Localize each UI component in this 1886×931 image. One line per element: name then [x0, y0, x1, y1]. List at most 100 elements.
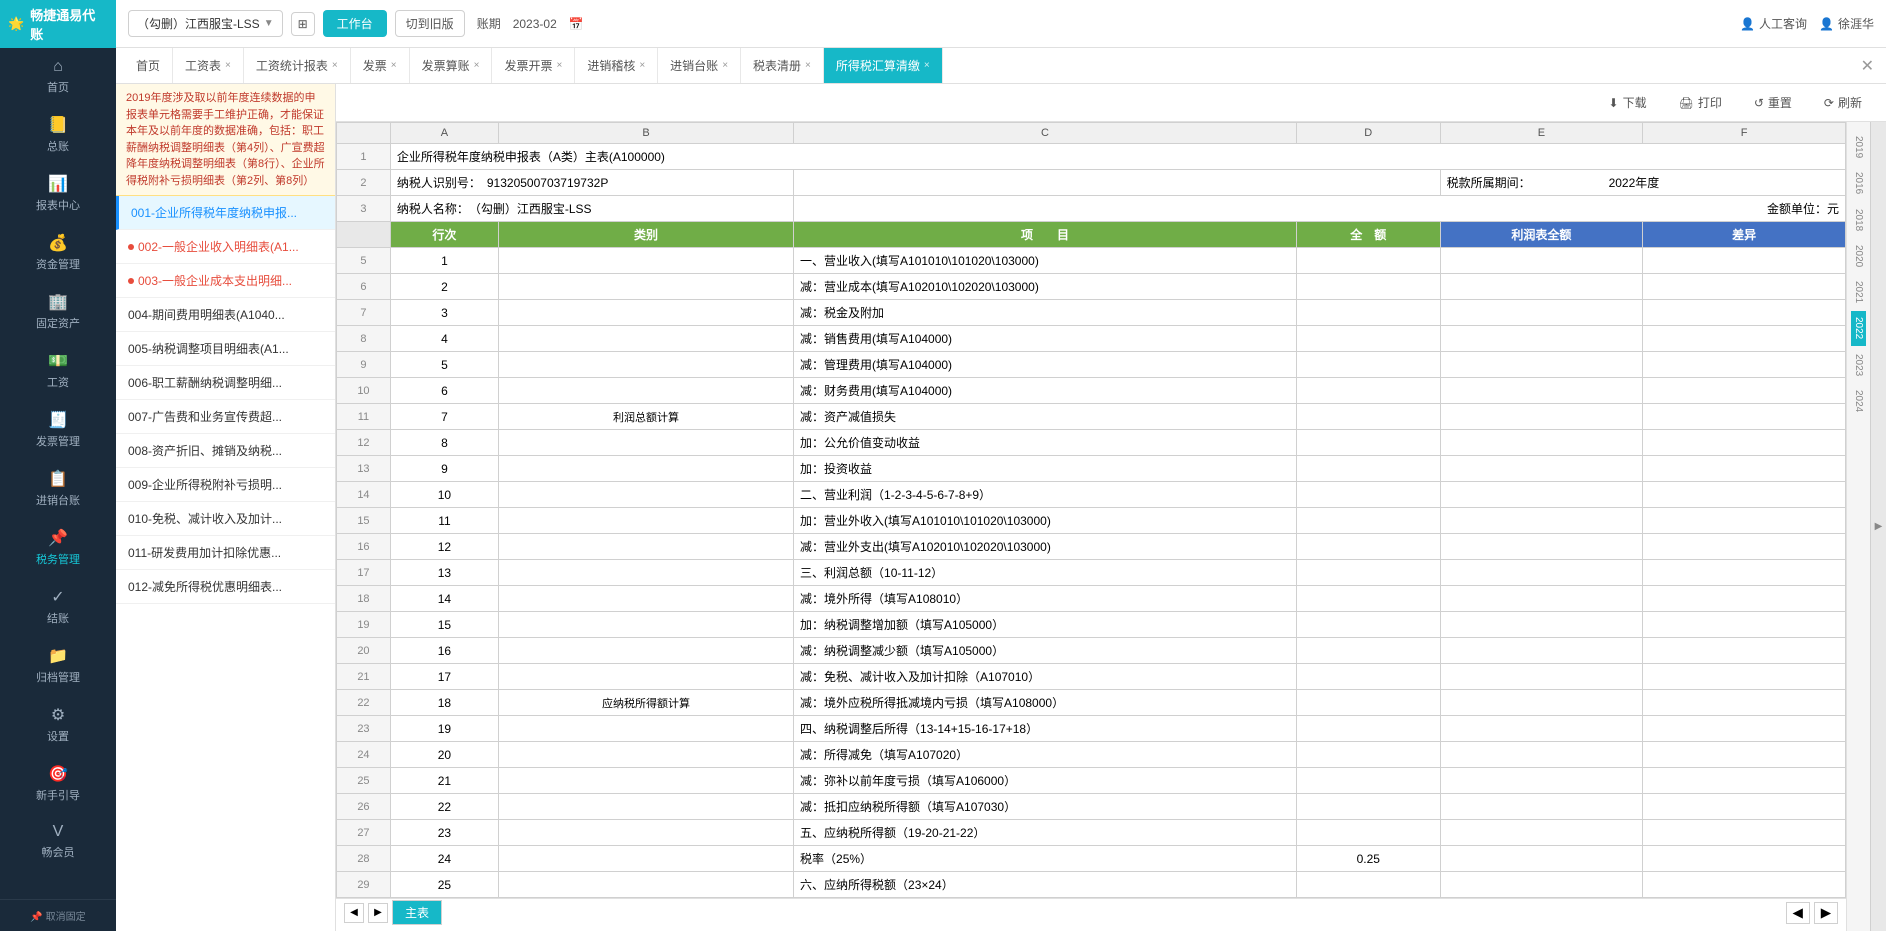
cell-profit-24[interactable] [1440, 742, 1643, 768]
cell-amount-15[interactable] [1296, 508, 1440, 534]
tab-close-2[interactable]: × [332, 60, 338, 71]
print-button[interactable]: 🖨 打印 [1671, 90, 1730, 115]
cell-num-17[interactable]: 13 [390, 560, 498, 586]
cell-category-28[interactable] [498, 846, 793, 872]
cell-diff-15[interactable] [1643, 508, 1846, 534]
sidebar-item-tax[interactable]: 📌税务管理 [0, 518, 116, 577]
cell-amount-23[interactable] [1296, 716, 1440, 742]
cell-diff-20[interactable] [1643, 638, 1846, 664]
cell-category-10[interactable] [498, 378, 793, 404]
menu-item-003[interactable]: 003-一般企业成本支出明细... [116, 264, 335, 298]
cell-category-25[interactable] [498, 768, 793, 794]
cell-num-16[interactable]: 12 [390, 534, 498, 560]
cell-amount-9[interactable] [1296, 352, 1440, 378]
cell-profit-13[interactable] [1440, 456, 1643, 482]
sidebar-item-invoice[interactable]: 🧾发票管理 [0, 400, 116, 459]
cell-category-6[interactable] [498, 274, 793, 300]
tab-6[interactable]: 进销稽核× [575, 48, 658, 84]
cell-amount-11[interactable] [1296, 404, 1440, 430]
cell-category-5[interactable] [498, 248, 793, 274]
cell-num-12[interactable]: 8 [390, 430, 498, 456]
cell-category-7[interactable] [498, 300, 793, 326]
scroll-right-button[interactable]: ▶ [1814, 902, 1838, 924]
cell-diff-14[interactable] [1643, 482, 1846, 508]
cell-profit-23[interactable] [1440, 716, 1643, 742]
cell-project-16[interactable]: 减：营业外支出(填写A102010\102020\103000) [794, 534, 1297, 560]
sidebar-item-close[interactable]: ✓结账 [0, 577, 116, 636]
cell-amount-21[interactable] [1296, 664, 1440, 690]
cell-category-21[interactable] [498, 664, 793, 690]
cell-category-8[interactable] [498, 326, 793, 352]
year-item-2022[interactable]: 2022 [1851, 311, 1866, 345]
download-button[interactable]: ⬇ 下载 [1601, 90, 1655, 115]
cell-category-20[interactable] [498, 638, 793, 664]
cell-profit-18[interactable] [1440, 586, 1643, 612]
cell-profit-9[interactable] [1440, 352, 1643, 378]
tab-close-6[interactable]: × [639, 60, 645, 71]
cell-diff-22[interactable] [1643, 690, 1846, 716]
cell-num-28[interactable]: 24 [390, 846, 498, 872]
cell-num-9[interactable]: 5 [390, 352, 498, 378]
cell-category-19[interactable] [498, 612, 793, 638]
cell-num-19[interactable]: 15 [390, 612, 498, 638]
cell-num-25[interactable]: 21 [390, 768, 498, 794]
cell-category-15[interactable] [498, 508, 793, 534]
cell-profit-22[interactable] [1440, 690, 1643, 716]
cell-project-29[interactable]: 六、应纳所得税额（23×24） [794, 872, 1297, 898]
cell-amount-26[interactable] [1296, 794, 1440, 820]
cell-profit-6[interactable] [1440, 274, 1643, 300]
tab-1[interactable]: 工资表× [173, 48, 244, 84]
tab-close-1[interactable]: × [225, 60, 231, 71]
cell-project-6[interactable]: 减：营业成本(填写A102010\102020\103000) [794, 274, 1297, 300]
tab-0[interactable]: 首页 [124, 48, 173, 84]
cell-num-5[interactable]: 1 [390, 248, 498, 274]
cell-category-14[interactable] [498, 482, 793, 508]
cell-project-25[interactable]: 减：弥补以前年度亏损（填写A106000） [794, 768, 1297, 794]
menu-item-012[interactable]: 012-减免所得税优惠明细表... [116, 570, 335, 604]
tab-5[interactable]: 发票开票× [492, 48, 575, 84]
cell-amount-27[interactable] [1296, 820, 1440, 846]
cell-num-8[interactable]: 4 [390, 326, 498, 352]
cell-diff-19[interactable] [1643, 612, 1846, 638]
cell-amount-29[interactable] [1296, 872, 1440, 898]
sidebar-item-settings[interactable]: ⚙设置 [0, 695, 116, 754]
cell-diff-11[interactable] [1643, 404, 1846, 430]
cell-project-10[interactable]: 减：财务费用(填写A104000) [794, 378, 1297, 404]
cell-category-23[interactable] [498, 716, 793, 742]
scroll-left-button[interactable]: ◀ [1786, 902, 1810, 924]
year-item-2016[interactable]: 2016 [1851, 166, 1866, 200]
tab-4[interactable]: 发票算账× [410, 48, 493, 84]
cell-diff-26[interactable] [1643, 794, 1846, 820]
reset-button[interactable]: ↺ 重置 [1746, 90, 1800, 115]
workspace-button[interactable]: 工作台 [323, 10, 387, 37]
tab-close-4[interactable]: × [474, 60, 480, 71]
cell-profit-21[interactable] [1440, 664, 1643, 690]
cell-amount-13[interactable] [1296, 456, 1440, 482]
cell-num-6[interactable]: 2 [390, 274, 498, 300]
sheet-prev-button[interactable]: ◀ [344, 903, 364, 923]
cell-profit-15[interactable] [1440, 508, 1643, 534]
cell-num-23[interactable]: 19 [390, 716, 498, 742]
cell-amount-14[interactable] [1296, 482, 1440, 508]
cell-profit-25[interactable] [1440, 768, 1643, 794]
print-icon-button[interactable]: ⊞ [291, 12, 315, 36]
cell-amount-19[interactable] [1296, 612, 1440, 638]
cell-profit-27[interactable] [1440, 820, 1643, 846]
year-item-2024[interactable]: 2024 [1851, 384, 1866, 418]
cell-profit-10[interactable] [1440, 378, 1643, 404]
cell-profit-11[interactable] [1440, 404, 1643, 430]
cell-diff-6[interactable] [1643, 274, 1846, 300]
tab-close-9[interactable]: × [924, 60, 930, 71]
cell-project-11[interactable]: 减：资产减值损失 [794, 404, 1297, 430]
year-item-2023[interactable]: 2023 [1851, 348, 1866, 382]
cell-num-22[interactable]: 18 [390, 690, 498, 716]
cell-project-17[interactable]: 三、利润总额（10-11-12） [794, 560, 1297, 586]
cell-amount-6[interactable] [1296, 274, 1440, 300]
cell-category-16[interactable] [498, 534, 793, 560]
cell-diff-18[interactable] [1643, 586, 1846, 612]
cell-project-21[interactable]: 减：免税、减计收入及加计扣除（A107010） [794, 664, 1297, 690]
cell-amount-24[interactable] [1296, 742, 1440, 768]
tab-close-7[interactable]: × [722, 60, 728, 71]
cell-diff-10[interactable] [1643, 378, 1846, 404]
menu-item-011[interactable]: 011-研发费用加计扣除优惠... [116, 536, 335, 570]
